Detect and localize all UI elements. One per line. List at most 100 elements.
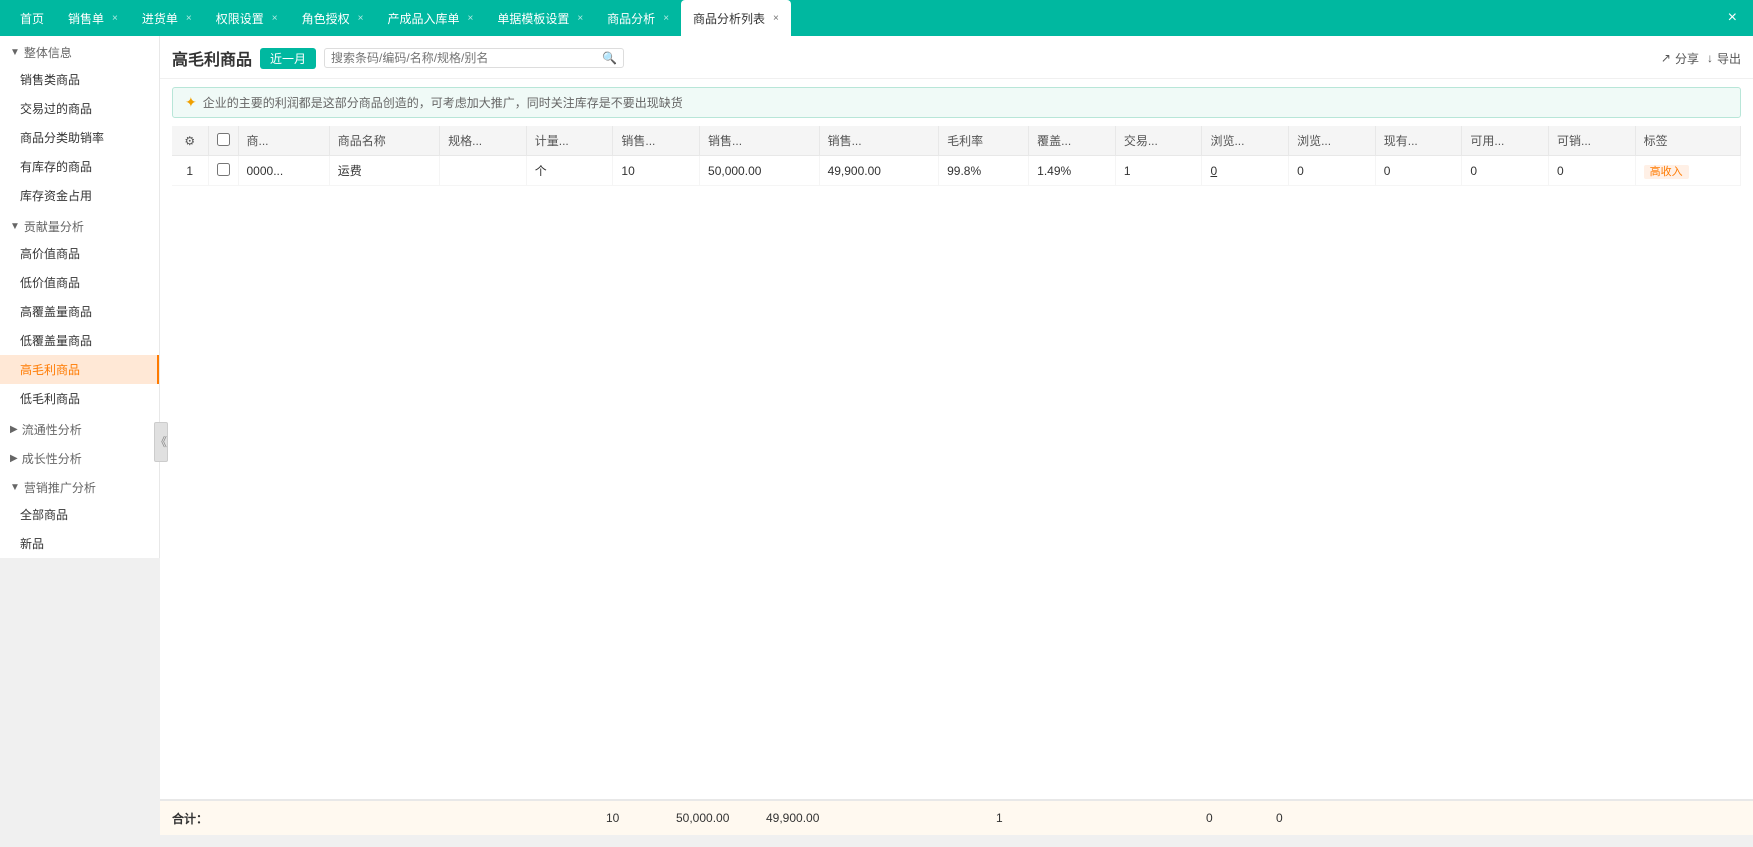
nav-tab-label: 权限设置 <box>216 10 264 27</box>
nav-close-all-button[interactable]: × <box>1720 9 1745 27</box>
col-header-tag[interactable]: 标签 <box>1635 126 1740 156</box>
col-header-spec[interactable]: 规格... <box>440 126 527 156</box>
col-header-sales-qty[interactable]: 销售... <box>613 126 700 156</box>
col-header-trade[interactable]: 交易... <box>1115 126 1202 156</box>
cell-spec <box>440 156 527 186</box>
search-input[interactable] <box>331 51 598 65</box>
col-header-cover[interactable]: 覆盖... <box>1029 126 1116 156</box>
period-button[interactable]: 近一月 <box>260 48 316 69</box>
nav-tab-product-in[interactable]: 产成品入库单 × <box>375 0 485 36</box>
sidebar-group-overall-items: 销售类商品 交易过的商品 商品分类助销率 有库存的商品 库存资金占用 <box>0 65 159 210</box>
nav-tab-close[interactable]: × <box>773 13 779 24</box>
sidebar-collapse-button[interactable]: 《 <box>154 422 168 462</box>
sidebar-item-low-cover[interactable]: 低覆盖量商品 <box>0 326 159 355</box>
nav-tab-label: 首页 <box>20 10 44 27</box>
nav-tab-close[interactable]: × <box>272 13 278 24</box>
col-header-stock-avail[interactable]: 可用... <box>1462 126 1549 156</box>
footer-sales-amt: 50,000.00 <box>668 811 758 825</box>
data-table-wrap: ⚙ 商... 商品名称 规格... <box>172 126 1741 799</box>
chevron-down-icon: ▼ <box>10 482 20 493</box>
nav-tab-role[interactable]: 角色授权 × <box>290 0 376 36</box>
row-checkbox[interactable] <box>217 163 230 176</box>
nav-tab-analysis-list[interactable]: 商品分析列表 × <box>681 0 791 36</box>
footer-sales-qty: 10 <box>598 811 668 825</box>
share-icon: ↗ <box>1661 51 1671 65</box>
share-button[interactable]: ↗ 分享 <box>1661 50 1699 67</box>
sidebar-group-flow[interactable]: ▶ 流通性分析 <box>0 413 159 442</box>
col-header-name[interactable]: 商品名称 <box>329 126 439 156</box>
footer-values: 10 50,000.00 49,900.00 1 0 0 <box>232 811 1741 825</box>
horizontal-scrollbar[interactable] <box>160 835 1753 847</box>
nav-tab-permission[interactable]: 权限设置 × <box>204 0 290 36</box>
col-header-unit[interactable]: 计量... <box>526 126 613 156</box>
table-header-row: ⚙ 商... 商品名称 规格... <box>172 126 1741 156</box>
cell-browse1[interactable]: 0 <box>1202 156 1289 186</box>
sidebar-item-all-goods[interactable]: 全部商品 <box>0 500 159 529</box>
sidebar-group-label: 流通性分析 <box>22 421 82 438</box>
nav-tab-close[interactable]: × <box>467 13 473 24</box>
nav-tab-close[interactable]: × <box>186 13 192 24</box>
sidebar-item-high-cover[interactable]: 高覆盖量商品 <box>0 297 159 326</box>
nav-tab-close[interactable]: × <box>577 13 583 24</box>
sidebar-item-new-goods[interactable]: 新品 <box>0 529 159 558</box>
cell-trade: 1 <box>1115 156 1202 186</box>
col-header-code[interactable]: 商... <box>238 126 329 156</box>
col-header-gross-rate[interactable]: 毛利率 <box>939 126 1029 156</box>
col-header-settings[interactable]: ⚙ <box>172 126 208 156</box>
footer-stock-avail: 0 <box>1268 811 1338 825</box>
nav-tab-template[interactable]: 单据模板设置 × <box>485 0 595 36</box>
sidebar-item-sales-goods[interactable]: 销售类商品 <box>0 65 159 94</box>
col-header-browse2[interactable]: 浏览... <box>1289 126 1376 156</box>
nav-tab-label: 产成品入库单 <box>387 10 459 27</box>
sidebar-item-high-margin[interactable]: 高毛利商品 <box>0 355 159 384</box>
sidebar-group-label: 贡献量分析 <box>24 218 84 235</box>
sidebar-item-category-rate[interactable]: 商品分类助销率 <box>0 123 159 152</box>
chevron-down-icon: ▼ <box>10 47 20 58</box>
sidebar-item-traded-goods[interactable]: 交易过的商品 <box>0 94 159 123</box>
sidebar-group-marketing[interactable]: ▼ 营销推广分析 <box>0 471 159 500</box>
chevron-right-icon: ▶ <box>10 453 18 464</box>
col-header-stock-cur[interactable]: 现有... <box>1375 126 1462 156</box>
sidebar-group-growth[interactable]: ▶ 成长性分析 <box>0 442 159 471</box>
sidebar-group-overall[interactable]: ▼ 整体信息 <box>0 36 159 65</box>
collapse-icon: 《 <box>155 433 167 450</box>
sidebar-item-low-value[interactable]: 低价值商品 <box>0 268 159 297</box>
nav-tab-close[interactable]: × <box>112 13 118 24</box>
nav-tab-purchase[interactable]: 进货单 × <box>130 0 204 36</box>
col-header-sales-profit[interactable]: 销售... <box>819 126 939 156</box>
header-actions: ↗ 分享 ↓ 导出 <box>1661 50 1741 67</box>
nav-tab-home[interactable]: 首页 <box>8 0 56 36</box>
sidebar-group-contribution-items: 高价值商品 低价值商品 高覆盖量商品 低覆盖量商品 高毛利商品 <box>0 239 159 413</box>
cell-tag: 高收入 <box>1635 156 1740 186</box>
cell-gross-rate: 99.8% <box>939 156 1029 186</box>
nav-tab-label: 单据模板设置 <box>497 10 569 27</box>
footer-label: 合计： <box>172 810 232 827</box>
table-row: 1 0000... 运费 <box>172 156 1741 186</box>
sidebar-item-stock-capital[interactable]: 库存资金占用 <box>0 181 159 210</box>
sidebar-item-high-value[interactable]: 高价值商品 <box>0 239 159 268</box>
sidebar-item-in-stock[interactable]: 有库存的商品 <box>0 152 159 181</box>
page-title: 高毛利商品 <box>172 46 252 70</box>
cell-check[interactable] <box>208 156 238 186</box>
nav-tab-sales[interactable]: 销售单 × <box>56 0 130 36</box>
nav-tab-label: 商品分析列表 <box>693 10 765 27</box>
sidebar-group-contribution[interactable]: ▼ 贡献量分析 <box>0 210 159 239</box>
col-header-check[interactable] <box>208 126 238 156</box>
nav-tab-analysis[interactable]: 商品分析 × <box>595 0 681 36</box>
sidebar-item-low-margin[interactable]: 低毛利商品 <box>0 384 159 413</box>
search-icon[interactable]: 🔍 <box>602 51 617 65</box>
export-button[interactable]: ↓ 导出 <box>1707 50 1741 67</box>
cell-sales-amt: 50,000.00 <box>700 156 820 186</box>
select-all-checkbox[interactable] <box>217 133 230 146</box>
col-header-stock-sale[interactable]: 可销... <box>1549 126 1636 156</box>
chevron-down-icon: ▼ <box>10 221 20 232</box>
footer-stock-cur: 0 <box>1198 811 1268 825</box>
sidebar: ▼ 整体信息 销售类商品 交易过的商品 商品分类助销率 有库存的商品 <box>0 36 160 558</box>
sidebar-container: ▼ 整体信息 销售类商品 交易过的商品 商品分类助销率 有库存的商品 <box>0 36 160 847</box>
nav-tab-close[interactable]: × <box>663 13 669 24</box>
nav-tab-close[interactable]: × <box>358 13 364 24</box>
col-header-sales-amt[interactable]: 销售... <box>700 126 820 156</box>
col-header-browse1[interactable]: 浏览... <box>1202 126 1289 156</box>
nav-tab-label: 进货单 <box>142 10 178 27</box>
top-nav: 首页 销售单 × 进货单 × 权限设置 × 角色授权 × 产成品入库单 × 单据… <box>0 0 1753 36</box>
